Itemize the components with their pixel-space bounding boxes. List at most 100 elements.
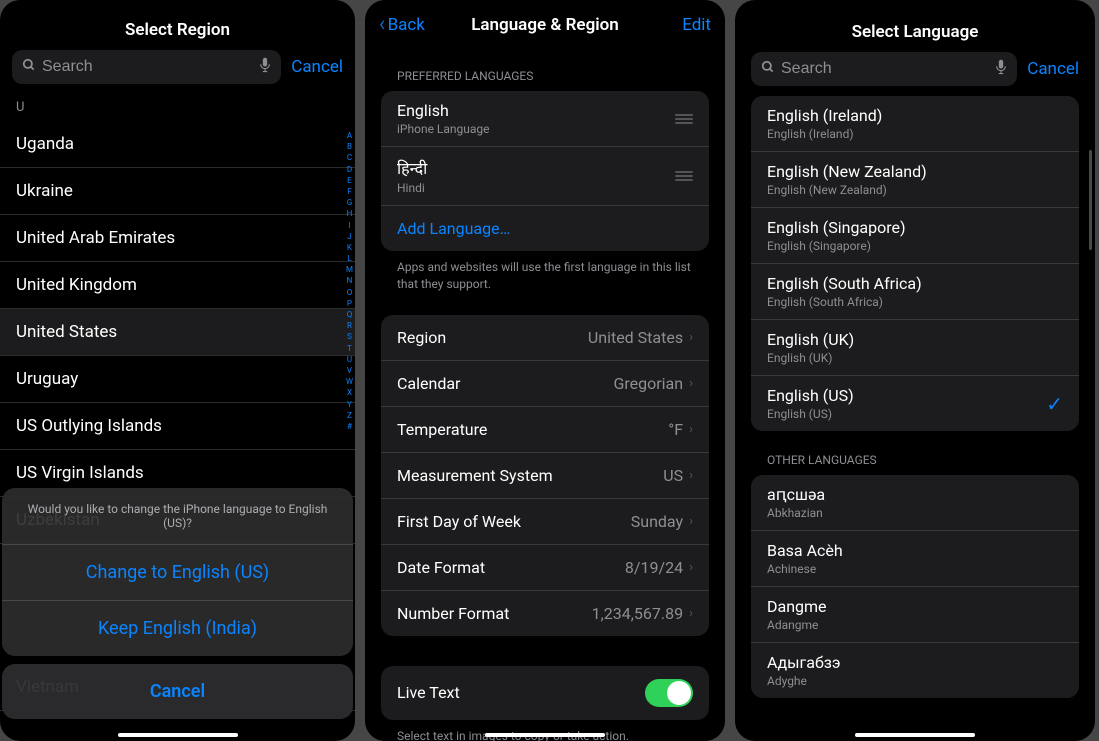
index-letter[interactable]: I (348, 220, 350, 231)
setting-row-number-format[interactable]: Number Format1,234,567.89› (381, 591, 709, 636)
language-name: аԥсшәа (767, 485, 825, 504)
preferred-language-row[interactable]: EnglishiPhone Language (381, 91, 709, 147)
setting-label: Date Format (397, 558, 625, 577)
index-letter[interactable]: P (347, 298, 352, 309)
search-input[interactable] (781, 60, 989, 78)
language-item[interactable]: Basa AcèhAchinese (751, 531, 1079, 587)
index-letter[interactable]: A (347, 130, 352, 141)
setting-label: Measurement System (397, 466, 663, 485)
index-letter[interactable]: G (347, 197, 352, 208)
edit-button[interactable]: Edit (682, 15, 711, 35)
index-letter[interactable]: O (347, 287, 353, 298)
phone-language-region: ‹ Back Language & Region Edit PREFERRED … (365, 0, 725, 741)
index-letter[interactable]: Y (347, 399, 352, 410)
index-letter[interactable]: S (347, 331, 352, 342)
index-letter[interactable]: X (347, 387, 352, 398)
index-letter[interactable]: N (347, 275, 353, 286)
index-letter[interactable]: M (346, 264, 353, 275)
search-box[interactable] (751, 52, 1017, 86)
search-input[interactable] (42, 58, 253, 76)
scroll-indicator[interactable] (1089, 150, 1092, 250)
setting-value: Sunday (631, 512, 683, 531)
index-letter[interactable]: U (347, 354, 352, 365)
check-icon: ✓ (1046, 392, 1063, 416)
sheet-message: Would you like to change the iPhone lang… (2, 488, 353, 545)
section-letter: U (0, 94, 355, 121)
language-item[interactable]: аԥсшәаAbkhazian (751, 475, 1079, 531)
search-cancel-button[interactable]: Cancel (291, 57, 343, 77)
language-item[interactable]: АдыгабзэAdyghe (751, 643, 1079, 698)
search-cancel-button[interactable]: Cancel (1027, 59, 1079, 79)
index-letter[interactable]: J (347, 231, 351, 242)
language-native: English (UK) (767, 351, 854, 365)
index-letter[interactable]: R (347, 320, 352, 331)
setting-row-date-format[interactable]: Date Format8/19/24› (381, 545, 709, 591)
keep-language-button[interactable]: Keep English (India) (2, 600, 353, 656)
setting-value: US (663, 466, 683, 485)
chevron-right-icon: › (689, 376, 693, 391)
region-settings-card: RegionUnited States›CalendarGregorian›Te… (381, 315, 709, 636)
language-item[interactable]: English (UK) English (UK) (751, 320, 1079, 376)
language-name: English (New Zealand) (767, 162, 927, 181)
language-name: English (South Africa) (767, 274, 922, 293)
change-language-button[interactable]: Change to English (US) (2, 545, 353, 600)
setting-value: 1,234,567.89 (592, 604, 683, 623)
language-name: English (UK) (767, 330, 854, 349)
index-letter[interactable]: H (347, 208, 353, 219)
region-item[interactable]: Uganda (0, 121, 355, 168)
index-letter[interactable]: K (347, 242, 352, 253)
index-letter[interactable]: W (346, 376, 353, 387)
region-item[interactable]: Uruguay (0, 356, 355, 403)
language-name: Basa Acèh (767, 541, 843, 560)
language-item[interactable]: English (South Africa)English (South Afr… (751, 264, 1079, 320)
mic-icon[interactable] (995, 59, 1007, 79)
preferred-language-row[interactable]: हिन्दीHindi (381, 147, 709, 206)
sheet-cancel-button[interactable]: Cancel (2, 664, 353, 719)
search-icon (761, 60, 775, 78)
region-item[interactable]: United Kingdom (0, 262, 355, 309)
language-item[interactable]: English (US)English (US)✓ (751, 376, 1079, 431)
language-item[interactable]: English (Singapore)English (Singapore) (751, 208, 1079, 264)
live-text-toggle[interactable] (645, 679, 693, 707)
region-item[interactable]: United States (0, 309, 355, 356)
region-list[interactable]: UgandaUkraineUnited Arab EmiratesUnited … (0, 121, 355, 544)
index-letter[interactable]: Z (347, 410, 352, 421)
index-letter[interactable]: E (347, 175, 352, 186)
setting-row-temperature[interactable]: Temperature°F› (381, 407, 709, 453)
language-item[interactable]: DangmeAdangme (751, 587, 1079, 643)
language-item[interactable]: English (Ireland)English (Ireland) (751, 96, 1079, 152)
setting-row-measurement-system[interactable]: Measurement SystemUS› (381, 453, 709, 499)
region-item[interactable]: United Arab Emirates (0, 215, 355, 262)
language-name: English (397, 101, 490, 120)
region-item[interactable]: Ukraine (0, 168, 355, 215)
index-letter[interactable]: D (347, 164, 352, 175)
setting-label: Number Format (397, 604, 592, 623)
index-letter[interactable]: Q (347, 309, 353, 320)
home-indicator[interactable] (485, 733, 605, 737)
home-indicator[interactable] (855, 733, 975, 737)
alpha-index-bar[interactable]: ABCDEFGHIJKLMNOPQRSTUVWXYZ# (346, 130, 353, 432)
back-button[interactable]: ‹ Back (379, 12, 425, 37)
home-indicator[interactable] (118, 733, 238, 737)
index-letter[interactable]: F (347, 186, 351, 197)
mic-icon[interactable] (259, 57, 271, 77)
setting-row-first-day-of-week[interactable]: First Day of WeekSunday› (381, 499, 709, 545)
add-language-button[interactable]: Add Language… (381, 206, 709, 251)
index-letter[interactable]: B (347, 141, 352, 152)
language-name: Адыгабзэ (767, 653, 841, 672)
index-letter[interactable]: C (347, 152, 352, 163)
chevron-right-icon: › (689, 560, 693, 575)
preferred-languages-card: EnglishiPhone Languageहिन्दीHindiAdd Lan… (381, 91, 709, 251)
search-box[interactable] (12, 50, 281, 84)
language-item[interactable]: English (New Zealand)English (New Zealan… (751, 152, 1079, 208)
region-item[interactable]: US Outlying Islands (0, 403, 355, 450)
index-letter[interactable]: T (347, 343, 352, 354)
index-letter[interactable]: L (347, 253, 351, 264)
index-letter[interactable]: V (347, 365, 352, 376)
drag-handle-icon[interactable] (675, 114, 693, 124)
index-letter[interactable]: # (347, 421, 352, 432)
setting-row-region[interactable]: RegionUnited States› (381, 315, 709, 361)
back-label: Back (388, 15, 425, 35)
drag-handle-icon[interactable] (675, 171, 693, 181)
setting-row-calendar[interactable]: CalendarGregorian› (381, 361, 709, 407)
